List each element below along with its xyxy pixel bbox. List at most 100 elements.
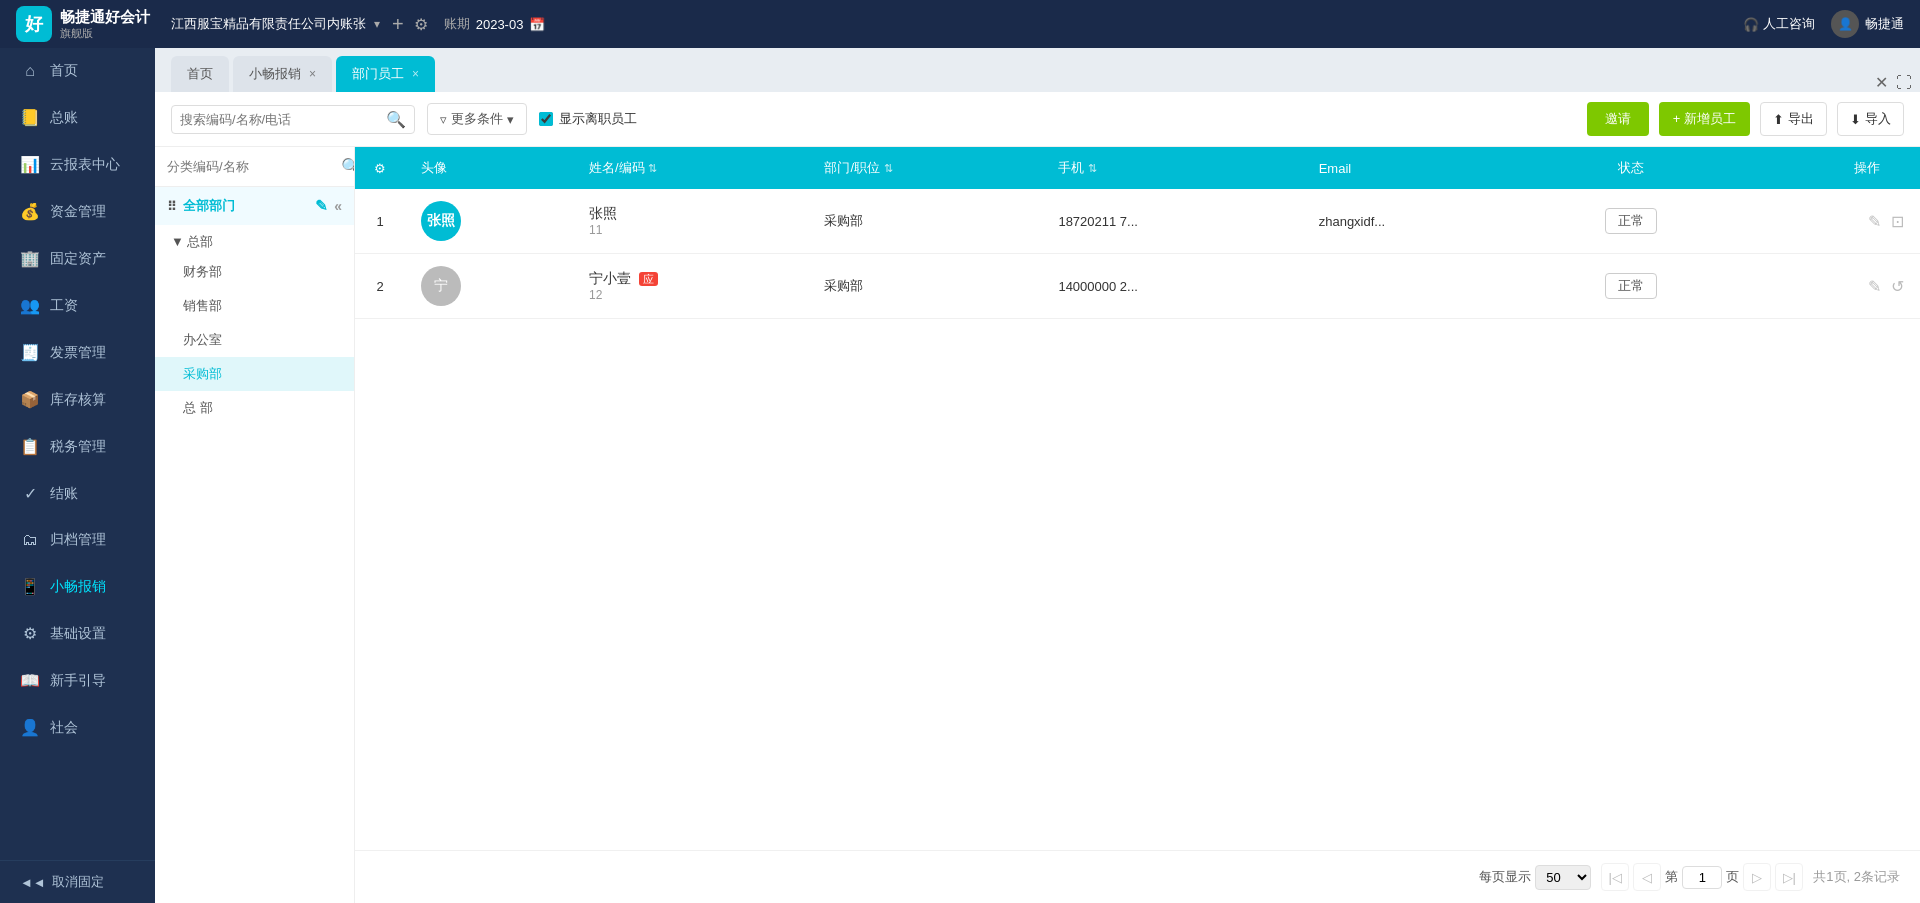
sidebar-item-archive[interactable]: 🗂 归档管理 (0, 517, 155, 563)
employee-table: ⚙ 头像 姓名/编码 ⇅ 部门/职位 ⇅ (355, 147, 1920, 319)
search-icon[interactable]: 🔍 (386, 110, 406, 129)
sort-name-icon: ⇅ (648, 162, 657, 174)
invoice-icon: 🧾 (20, 343, 40, 362)
dept-search-input[interactable] (167, 159, 335, 174)
sidebar-item-tax[interactable]: 📋 税务管理 (0, 423, 155, 470)
sidebar-item-asset[interactable]: 🏢 固定资产 (0, 235, 155, 282)
edit-dept-icon[interactable]: ✎ (315, 197, 328, 215)
th-phone[interactable]: 手机 ⇅ (1042, 147, 1302, 189)
app-name: 畅捷通好会计 (60, 8, 150, 26)
search-input[interactable] (180, 112, 380, 127)
chevron-filter-icon: ▾ (507, 112, 514, 127)
table-settings-icon[interactable]: ⚙ (374, 161, 386, 176)
edit-icon[interactable]: ✎ (1868, 212, 1881, 231)
tab-employee[interactable]: 部门员工 × (336, 56, 435, 92)
sidebar-item-invoice[interactable]: 🧾 发票管理 (0, 329, 155, 376)
sidebar-item-ledger[interactable]: 📒 总账 (0, 94, 155, 141)
company-name: 江西服宝精品有限责任公司内账张 (171, 15, 366, 33)
per-page-dropdown[interactable]: 50 10 20 100 (1535, 865, 1591, 890)
table-scroll: ⚙ 头像 姓名/编码 ⇅ 部门/职位 ⇅ (355, 147, 1920, 850)
sidebar-item-home[interactable]: ⌂ 首页 (0, 48, 155, 94)
pagination: 每页显示 50 10 20 100 |◁ ◁ 第 (355, 850, 1920, 903)
sidebar-item-checkout[interactable]: ✓ 结账 (0, 470, 155, 517)
edit-icon[interactable]: ✎ (1868, 277, 1881, 296)
sidebar-item-report[interactable]: 📊 云报表中心 (0, 141, 155, 188)
first-page-button[interactable]: |◁ (1601, 863, 1629, 891)
search-box[interactable]: 🔍 (171, 105, 415, 134)
prev-page-button[interactable]: ◁ (1633, 863, 1661, 891)
app-sub: 旗舰版 (60, 26, 150, 41)
fund-icon: 💰 (20, 202, 40, 221)
add-employee-button[interactable]: + 新增员工 (1659, 102, 1750, 136)
dept-item-bgs[interactable]: 办公室 (155, 323, 354, 357)
action-icons: ✎ ↺ (1745, 277, 1904, 296)
dept-group-zb: ▼ 总部 (155, 225, 354, 255)
import-icon: ⬇ (1850, 112, 1861, 127)
employee-code: 11 (589, 223, 792, 237)
invite-button[interactable]: 邀请 (1587, 102, 1649, 136)
row1-name-code: 张照 11 (573, 189, 808, 254)
row1-status: 正常 (1533, 189, 1729, 254)
next-page-button[interactable]: ▷ (1743, 863, 1771, 891)
unpin-button[interactable]: ◄◄ 取消固定 (0, 860, 155, 903)
tab-home[interactable]: 首页 (171, 56, 229, 92)
sidebar-item-stock[interactable]: 📦 库存核算 (0, 376, 155, 423)
content-area: 首页 小畅报销 × 部门员工 × ✕ ⛶ 🔍 (155, 48, 1920, 903)
sidebar-label-salary: 工资 (50, 297, 78, 315)
tab-bar-actions: ✕ ⛶ (1875, 73, 1920, 92)
th-settings[interactable]: ⚙ (355, 147, 405, 189)
logo-area: 好 畅捷通好会计 旗舰版 (16, 6, 171, 42)
employee-code: 12 (589, 288, 792, 302)
dept-search[interactable]: 🔍 (155, 147, 354, 187)
sidebar-item-social[interactable]: 👤 社会 (0, 704, 155, 751)
sort-dept-icon: ⇅ (884, 162, 893, 174)
chevron-down-icon: ▾ (374, 17, 380, 31)
page-number-input[interactable] (1682, 866, 1722, 889)
th-dept-pos[interactable]: 部门/职位 ⇅ (808, 147, 1042, 189)
page-size-select[interactable]: 每页显示 50 10 20 100 (1479, 865, 1591, 890)
tab-expense[interactable]: 小畅报销 × (233, 56, 332, 92)
show-resigned-area[interactable]: 显示离职员工 (539, 110, 637, 128)
user-area[interactable]: 👤 畅捷通 (1831, 10, 1904, 38)
support-button[interactable]: 🎧 人工咨询 (1743, 15, 1815, 33)
tab-bar: 首页 小畅报销 × 部门员工 × ✕ ⛶ (155, 48, 1920, 92)
ledger-icon: 📒 (20, 108, 40, 127)
import-button[interactable]: ⬇ 导入 (1837, 102, 1904, 136)
dept-item-xsb[interactable]: 销售部 (155, 289, 354, 323)
main-layout: ⌂ 首页 📒 总账 📊 云报表中心 💰 资金管理 🏢 固定资产 👥 工资 🧾 发… (0, 48, 1920, 903)
headphone-icon: 🎧 (1743, 17, 1759, 32)
dept-item-cwb[interactable]: 财务部 (155, 255, 354, 289)
settings-icon[interactable]: ⚙ (414, 15, 428, 34)
last-page-button[interactable]: ▷| (1775, 863, 1803, 891)
th-email: Email (1303, 147, 1533, 189)
sidebar-item-settings[interactable]: ⚙ 基础设置 (0, 610, 155, 657)
dept-item-cgb[interactable]: 采购部 (155, 357, 354, 391)
add-company-icon[interactable]: + (392, 13, 404, 36)
maximize-tab-icon[interactable]: ⛶ (1896, 74, 1912, 92)
tab-expense-close[interactable]: × (309, 67, 316, 81)
page-content: 🔍 ▿ 更多条件 ▾ 显示离职员工 邀请 + 新增员工 ⬆ 导出 (155, 92, 1920, 903)
dept-search-icon[interactable]: 🔍 (341, 157, 355, 176)
collapse-icon[interactable]: « (334, 198, 342, 214)
show-resigned-checkbox[interactable] (539, 112, 553, 126)
filter-button[interactable]: ▿ 更多条件 ▾ (427, 103, 527, 135)
company-selector[interactable]: 江西服宝精品有限责任公司内账张 ▾ (171, 15, 380, 33)
row1-phone: 18720211 7... (1042, 189, 1302, 254)
report-icon: 📊 (20, 155, 40, 174)
export-button[interactable]: ⬆ 导出 (1760, 102, 1827, 136)
calendar-icon[interactable]: 📅 (529, 17, 545, 32)
th-name-code[interactable]: 姓名/编码 ⇅ (573, 147, 808, 189)
sidebar-label-asset: 固定资产 (50, 250, 106, 268)
close-tab-icon[interactable]: ✕ (1875, 73, 1888, 92)
tab-employee-close[interactable]: × (412, 67, 419, 81)
dept-item-zb2[interactable]: 总 部 (155, 391, 354, 425)
period-area: 账期 2023-03 📅 (444, 15, 546, 33)
all-dept-header[interactable]: ⠿ 全部部门 ✎ « (155, 187, 354, 225)
sidebar-item-salary[interactable]: 👥 工资 (0, 282, 155, 329)
sidebar-item-guide[interactable]: 📖 新手引导 (0, 657, 155, 704)
sidebar-item-fund[interactable]: 💰 资金管理 (0, 188, 155, 235)
th-status: 状态 (1533, 147, 1729, 189)
logout-icon[interactable]: ⊡ (1891, 212, 1904, 231)
sidebar-item-expense[interactable]: 📱 小畅报销 (0, 563, 155, 610)
delete-icon[interactable]: ↺ (1891, 277, 1904, 296)
